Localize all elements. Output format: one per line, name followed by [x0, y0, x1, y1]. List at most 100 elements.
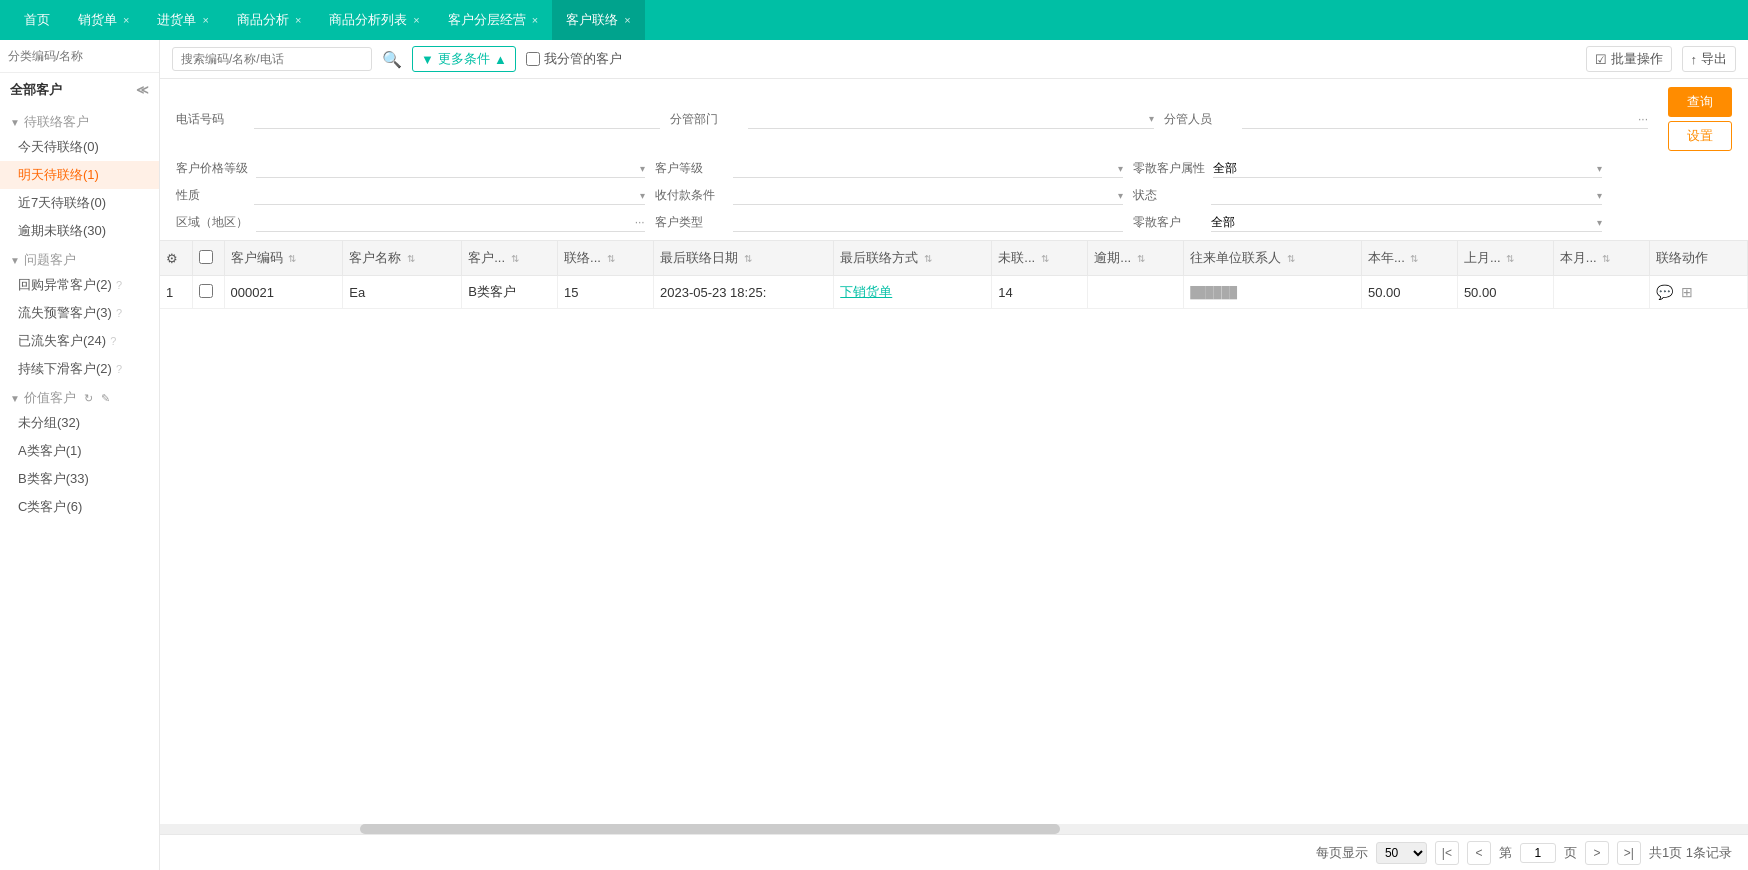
filter-status-input[interactable]: [1211, 188, 1597, 202]
sidebar-all-customers[interactable]: 全部客户 ≪: [0, 73, 159, 107]
filter-payment-input[interactable]: [733, 188, 1119, 202]
search-input[interactable]: [172, 47, 372, 71]
more-conditions-button[interactable]: ▼ 更多条件 ▲: [412, 46, 516, 72]
edit-icon[interactable]: ✎: [101, 392, 110, 405]
search-button[interactable]: 🔍: [382, 50, 402, 69]
nav-item-1[interactable]: 进货单 ×: [143, 0, 222, 40]
col-this-month[interactable]: 本月... ⇅: [1553, 241, 1649, 276]
col-last-contact-method[interactable]: 最后联络方式 ⇅: [834, 241, 992, 276]
col-this-year[interactable]: 本年... ⇅: [1361, 241, 1457, 276]
sidebar-item-class-c[interactable]: C类客户(6): [0, 493, 159, 521]
last-contact-method-link[interactable]: 下销货单: [840, 284, 892, 299]
filter-select-scatter[interactable]: ▾: [1211, 213, 1602, 232]
col-settings[interactable]: ⚙: [160, 241, 192, 276]
last-page-button[interactable]: >|: [1617, 841, 1641, 865]
grid-icon[interactable]: ⊞: [1681, 284, 1693, 300]
my-customers-checkbox-label[interactable]: 我分管的客户: [526, 50, 622, 68]
help-icon[interactable]: ?: [116, 363, 122, 375]
export-button[interactable]: ↑ 导出: [1682, 46, 1737, 72]
sort-icon: ⇅: [924, 253, 932, 264]
filter-select-payment[interactable]: ▾: [733, 186, 1124, 205]
chat-icon[interactable]: 💬: [1656, 284, 1673, 300]
more-icon[interactable]: ···: [1638, 112, 1648, 126]
prev-page-button[interactable]: <: [1467, 841, 1491, 865]
help-icon[interactable]: ?: [116, 279, 122, 291]
settings-button[interactable]: 设置: [1668, 121, 1732, 151]
refresh-icon[interactable]: ↻: [84, 392, 93, 405]
filter-scatter-attr-input[interactable]: [1213, 161, 1597, 175]
close-icon[interactable]: ×: [532, 14, 538, 26]
nav-item-5[interactable]: 客户联络 ×: [552, 0, 644, 40]
filter-select-status[interactable]: ▾: [1211, 186, 1602, 205]
col-type[interactable]: 客户... ⇅: [462, 241, 558, 276]
page-size-select[interactable]: 50 100 200: [1376, 842, 1427, 864]
help-icon[interactable]: ?: [110, 335, 116, 347]
sidebar-item-churned[interactable]: 已流失客户(24) ?: [0, 327, 159, 355]
row-checkbox[interactable]: [199, 284, 213, 298]
sidebar-item-class-b[interactable]: B类客户(33): [0, 465, 159, 493]
nav-item-3[interactable]: 商品分析列表 ×: [315, 0, 433, 40]
sidebar-search-input[interactable]: [8, 49, 158, 63]
filter-manager-input[interactable]: [1242, 112, 1634, 126]
filter-customer-type-input[interactable]: [733, 215, 1124, 229]
col-contact-person[interactable]: 往来单位联系人 ⇅: [1184, 241, 1362, 276]
sidebar-item-7days[interactable]: 近7天待联络(0): [0, 189, 159, 217]
filter-nature-input[interactable]: [254, 188, 640, 202]
col-contact[interactable]: 联络... ⇅: [558, 241, 654, 276]
filter-scatter-input[interactable]: [1211, 215, 1597, 229]
sidebar-item-declining[interactable]: 持续下滑客户(2) ?: [0, 355, 159, 383]
more-icon[interactable]: ···: [635, 215, 645, 229]
filter-select-customer-type[interactable]: [733, 213, 1124, 232]
col-last-contact-date[interactable]: 最后联络日期 ⇅: [654, 241, 834, 276]
sidebar-item-overdue[interactable]: 逾期未联络(30): [0, 217, 159, 245]
nav-item-0[interactable]: 销货单 ×: [64, 0, 143, 40]
col-uncontacted[interactable]: 未联... ⇅: [992, 241, 1088, 276]
close-icon[interactable]: ×: [413, 14, 419, 26]
horizontal-scrollbar[interactable]: [160, 824, 1748, 834]
my-customers-checkbox[interactable]: [526, 52, 540, 66]
filter-region-input[interactable]: [256, 215, 631, 229]
filter-price-level-input[interactable]: [256, 161, 640, 175]
col-overdue[interactable]: 逾期... ⇅: [1088, 241, 1184, 276]
next-page-button[interactable]: >: [1585, 841, 1609, 865]
col-checkbox[interactable]: [192, 241, 224, 276]
scrollbar-thumb[interactable]: [360, 824, 1060, 834]
col-name[interactable]: 客户名称 ⇅: [343, 241, 462, 276]
nav-item-2[interactable]: 商品分析 ×: [223, 0, 315, 40]
help-icon[interactable]: ?: [116, 307, 122, 319]
close-icon[interactable]: ×: [624, 14, 630, 26]
col-last-month[interactable]: 上月... ⇅: [1457, 241, 1553, 276]
sidebar-item-churn-warning[interactable]: 流失预警客户(3) ?: [0, 299, 159, 327]
filter-select-region[interactable]: ···: [256, 213, 645, 232]
batch-action-button[interactable]: ☑ 批量操作: [1586, 46, 1672, 72]
filter-select-customer-level[interactable]: ▾: [733, 159, 1124, 178]
filter-select-price-level[interactable]: ▾: [256, 159, 645, 178]
filter-select-scatter-attr[interactable]: ▾: [1213, 159, 1602, 178]
filter-dept-input[interactable]: [748, 112, 1149, 126]
sidebar-item-repurchase-anomaly[interactable]: 回购异常客户(2) ?: [0, 271, 159, 299]
nav-home[interactable]: 首页: [10, 0, 64, 40]
sidebar-item-today[interactable]: 今天待联络(0): [0, 133, 159, 161]
filter-cell-region: 区域（地区） ···: [176, 213, 645, 232]
gear-icon[interactable]: ⚙: [166, 251, 178, 266]
sidebar-item-tomorrow[interactable]: 明天待联络(1): [0, 161, 159, 189]
nav-item-4[interactable]: 客户分层经营 ×: [434, 0, 552, 40]
collapse-icon[interactable]: ≪: [136, 83, 149, 97]
cell-checkbox[interactable]: [192, 276, 224, 309]
query-button[interactable]: 查询: [1668, 87, 1732, 117]
first-page-button[interactable]: |<: [1435, 841, 1459, 865]
close-icon[interactable]: ×: [295, 14, 301, 26]
filter-select-dept[interactable]: ▾: [748, 110, 1154, 129]
filter-select-nature[interactable]: ▾: [254, 186, 645, 205]
cell-last-contact-method[interactable]: 下销货单: [834, 276, 992, 309]
select-all-checkbox[interactable]: [199, 250, 213, 264]
close-icon[interactable]: ×: [202, 14, 208, 26]
filter-customer-level-input[interactable]: [733, 161, 1119, 175]
filter-input-phone[interactable]: [254, 110, 660, 129]
col-code[interactable]: 客户编码 ⇅: [224, 241, 343, 276]
filter-select-manager[interactable]: ···: [1242, 110, 1648, 129]
page-input[interactable]: [1520, 843, 1556, 863]
sidebar-item-class-a[interactable]: A类客户(1): [0, 437, 159, 465]
close-icon[interactable]: ×: [123, 14, 129, 26]
sidebar-item-ungrouped[interactable]: 未分组(32): [0, 409, 159, 437]
